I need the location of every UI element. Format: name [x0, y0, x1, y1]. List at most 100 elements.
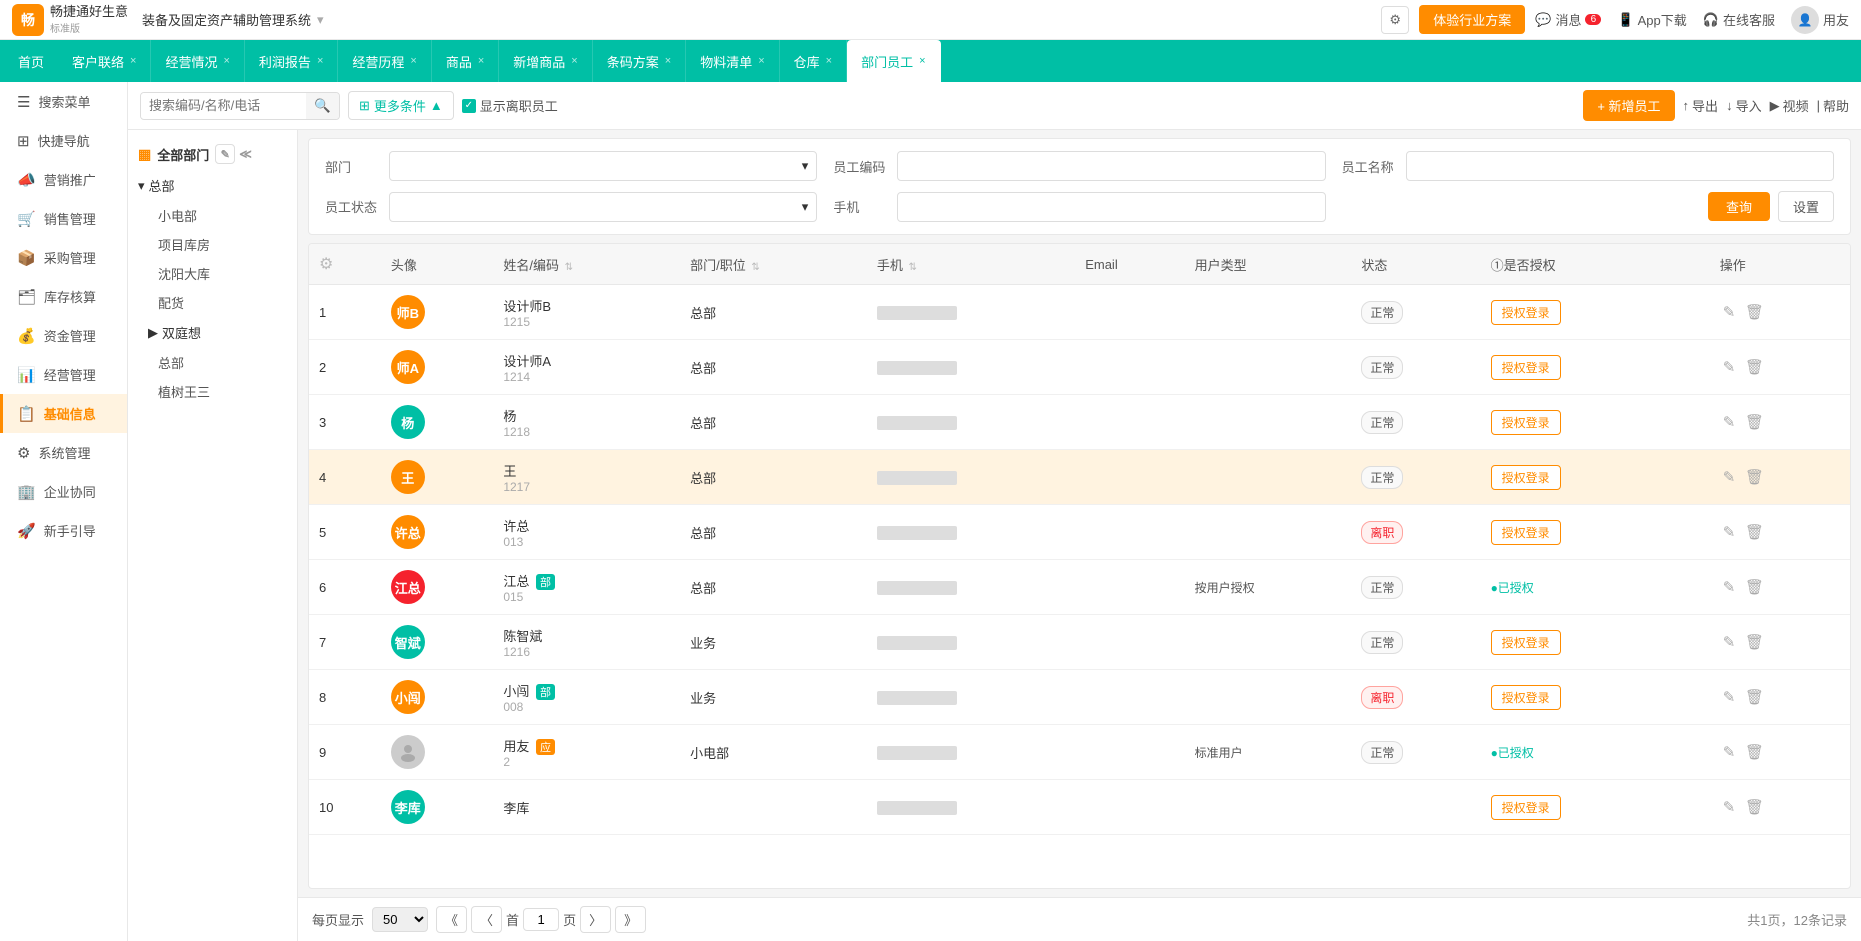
next-page-btn[interactable]: 〉: [580, 906, 611, 933]
inventory-icon: 🗂: [17, 288, 36, 306]
export-button[interactable]: ↑ 导出: [1683, 96, 1719, 115]
col-phone[interactable]: 手机 ⇅: [867, 244, 1075, 285]
auth-button[interactable]: 授权登录: [1491, 630, 1561, 655]
app-download-btn[interactable]: 📱 App下载: [1617, 10, 1686, 29]
sidebar-item-sales[interactable]: 🛒 销售管理: [0, 199, 127, 238]
delete-icon[interactable]: 🗑: [1745, 414, 1764, 431]
sidebar-item-guide[interactable]: 🚀 新手引导: [0, 511, 127, 550]
delete-icon[interactable]: 🗑: [1745, 799, 1764, 816]
delete-icon[interactable]: 🗑: [1745, 359, 1764, 376]
nav-tab-customer[interactable]: 客户联络 ×: [58, 40, 151, 82]
delete-icon[interactable]: 🗑: [1745, 634, 1764, 651]
prev-page-btn[interactable]: 〈: [471, 906, 502, 933]
dept-item-shenyang[interactable]: 沈阳大库: [128, 259, 297, 288]
delete-icon[interactable]: 🗑: [1745, 689, 1764, 706]
emp-status-select[interactable]: ▾: [389, 192, 817, 222]
sidebar-item-shortcut[interactable]: ⊞ 快捷导航: [0, 121, 127, 160]
message-btn[interactable]: 💬 消息 6: [1535, 10, 1601, 29]
col-name[interactable]: 姓名/编码 ⇅: [493, 244, 680, 285]
col-gear[interactable]: ⚙: [309, 244, 381, 285]
dept-edit-icon[interactable]: ✎: [215, 144, 235, 164]
row-ops: ✎ 🗑: [1710, 505, 1850, 560]
dept-item-project[interactable]: 项目库房: [128, 230, 297, 259]
sidebar-item-finance[interactable]: 💰 资金管理: [0, 316, 127, 355]
dept-item-shuanting[interactable]: ▶ 双庭想: [128, 317, 297, 348]
table-row: 3 杨 杨 1218 总部 正常 授权登录 ✎ 🗑: [309, 395, 1850, 450]
page-size-select[interactable]: 50 100: [372, 907, 428, 932]
sidebar-item-operations-mgr[interactable]: 📊 经营管理: [0, 355, 127, 394]
row-usertype: 按用户授权: [1185, 560, 1352, 615]
phone-input[interactable]: [897, 192, 1325, 222]
page-input[interactable]: [523, 908, 559, 931]
auth-button[interactable]: 授权登录: [1491, 520, 1561, 545]
edit-icon[interactable]: ✎: [1723, 304, 1736, 321]
auth-button[interactable]: 授权登录: [1491, 300, 1561, 325]
delete-icon[interactable]: 🗑: [1745, 579, 1764, 596]
delete-icon[interactable]: 🗑: [1745, 304, 1764, 321]
edit-icon[interactable]: ✎: [1723, 359, 1736, 376]
import-button[interactable]: ↓ 导入: [1726, 96, 1762, 115]
sidebar-item-basic[interactable]: 📋 基础信息: [0, 394, 127, 433]
show-former-toggle[interactable]: ✓ 显示离职员工: [462, 96, 558, 115]
edit-icon[interactable]: ✎: [1723, 469, 1736, 486]
emp-name-input[interactable]: [1406, 151, 1834, 181]
nav-tab-operations[interactable]: 经营情况 ×: [151, 40, 244, 82]
auth-button[interactable]: 授权登录: [1491, 795, 1561, 820]
sidebar-item-system[interactable]: ⚙ 系统管理: [0, 433, 127, 472]
sidebar-item-inventory[interactable]: 🗂 库存核算: [0, 277, 127, 316]
col-dept[interactable]: 部门/职位 ⇅: [680, 244, 867, 285]
nav-tab-home[interactable]: 首页: [4, 40, 58, 82]
sidebar-item-marketing[interactable]: 📣 营销推广: [0, 160, 127, 199]
query-button[interactable]: 查询: [1708, 192, 1770, 221]
help-button[interactable]: | 帮助: [1817, 96, 1849, 115]
nav-tab-history[interactable]: 经营历程 ×: [338, 40, 431, 82]
filter-dept-row: 部门 ▾: [325, 151, 817, 181]
nav-tab-profit[interactable]: 利润报告 ×: [245, 40, 338, 82]
sidebar-item-search[interactable]: ☰ 搜索菜单: [0, 82, 127, 121]
first-page-btn[interactable]: 《: [436, 906, 467, 933]
nav-tab-barcode[interactable]: 条码方案 ×: [593, 40, 686, 82]
add-employee-button[interactable]: + 新增员工: [1583, 90, 1674, 121]
dept-item-xiaodian[interactable]: 小电部: [128, 201, 297, 230]
reset-button[interactable]: 设置: [1778, 191, 1834, 222]
search-input[interactable]: [141, 93, 306, 118]
dept-group-label-hq[interactable]: ▾ 总部: [128, 170, 297, 201]
edit-icon[interactable]: ✎: [1723, 524, 1736, 541]
more-filter-btn[interactable]: ⊞ 更多条件 ▲: [348, 91, 454, 120]
sidebar-item-enterprise[interactable]: 🏢 企业协同: [0, 472, 127, 511]
edit-icon[interactable]: ✎: [1723, 744, 1736, 761]
user-menu[interactable]: 👤 用友: [1791, 6, 1849, 34]
edit-icon[interactable]: ✎: [1723, 579, 1736, 596]
online-service-btn[interactable]: 🎧 在线客服: [1703, 10, 1775, 29]
edit-icon[interactable]: ✎: [1723, 799, 1736, 816]
search-button[interactable]: 🔍: [306, 93, 339, 119]
delete-icon[interactable]: 🗑: [1745, 524, 1764, 541]
last-page-btn[interactable]: 》: [615, 906, 646, 933]
nav-tab-warehouse[interactable]: 仓库 ×: [780, 40, 847, 82]
dept-item-hq2[interactable]: 总部: [128, 348, 297, 377]
delete-icon[interactable]: 🗑: [1745, 744, 1764, 761]
auth-button[interactable]: 授权登录: [1491, 465, 1561, 490]
auth-button[interactable]: 授权登录: [1491, 685, 1561, 710]
chart-icon: 📊: [17, 366, 36, 384]
collapse-btn[interactable]: ≪: [239, 147, 252, 161]
nav-tab-dept-staff[interactable]: 部门员工 ×: [847, 40, 940, 82]
edit-icon[interactable]: ✎: [1723, 689, 1736, 706]
edit-icon[interactable]: ✎: [1723, 634, 1736, 651]
nav-tab-new-goods[interactable]: 新增商品 ×: [499, 40, 592, 82]
sidebar-item-purchase[interactable]: 📦 采购管理: [0, 238, 127, 277]
auth-button[interactable]: 授权登录: [1491, 355, 1561, 380]
gear-button[interactable]: ⚙: [1381, 6, 1409, 34]
trial-button[interactable]: 体验行业方案: [1419, 5, 1525, 34]
dept-item-distribution[interactable]: 配货: [128, 288, 297, 317]
view-button[interactable]: ▶ 视频: [1770, 96, 1809, 115]
auth-button[interactable]: 授权登录: [1491, 410, 1561, 435]
emp-code-input[interactable]: [897, 151, 1325, 181]
dept-item-zhishu[interactable]: 植树王三: [128, 377, 297, 406]
edit-icon[interactable]: ✎: [1723, 414, 1736, 431]
nav-tab-bom[interactable]: 物料清单 ×: [686, 40, 779, 82]
dept-select[interactable]: ▾: [389, 151, 817, 181]
nav-tab-goods[interactable]: 商品 ×: [432, 40, 499, 82]
row-auth: ●已授权: [1481, 560, 1669, 615]
delete-icon[interactable]: 🗑: [1745, 469, 1764, 486]
